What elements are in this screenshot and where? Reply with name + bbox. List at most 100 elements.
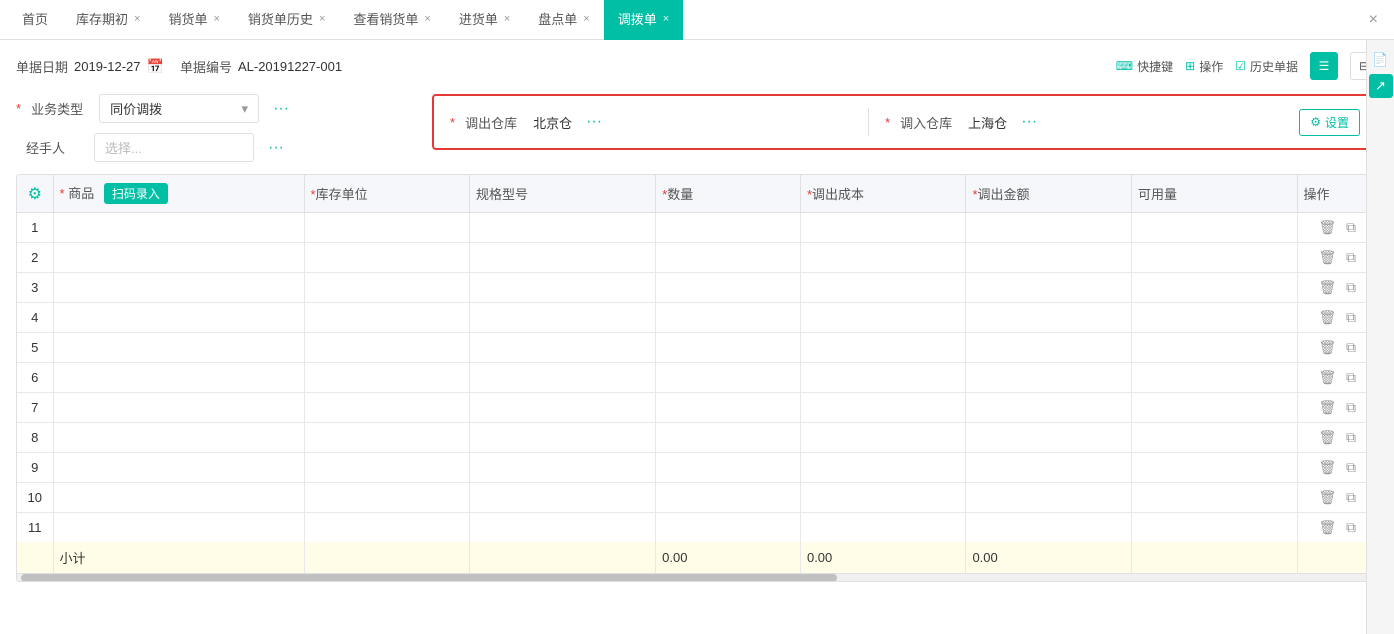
copy-icon[interactable]: ⧉ (1346, 219, 1356, 235)
delete-icon[interactable]: 🗑 (1319, 399, 1337, 415)
row-qty[interactable] (656, 243, 801, 273)
row-spec[interactable] (470, 393, 656, 423)
row-product[interactable] (53, 393, 304, 423)
tab-close-sales-order[interactable]: × (213, 13, 219, 25)
copy-icon[interactable]: ⧉ (1346, 429, 1356, 445)
row-unit[interactable] (304, 303, 469, 333)
tab-transfer[interactable]: 调拨单 × (604, 0, 683, 40)
delete-icon[interactable]: 🗑 (1319, 279, 1337, 295)
delete-icon[interactable]: 🗑 (1319, 489, 1337, 505)
row-qty[interactable] (656, 423, 801, 453)
tab-sales-history[interactable]: 销货单历史 × (234, 0, 339, 40)
copy-icon[interactable]: ⧉ (1346, 459, 1356, 475)
row-available[interactable] (1131, 303, 1297, 333)
tab-purchase[interactable]: 进货单 × (445, 0, 524, 40)
row-available[interactable] (1131, 213, 1297, 243)
shortcuts-btn[interactable]: ⌨ 快捷键 (1116, 58, 1173, 75)
row-product[interactable] (53, 213, 304, 243)
row-spec[interactable] (470, 333, 656, 363)
settings-button[interactable]: ⚙ 设置 (1299, 109, 1360, 136)
delete-icon[interactable]: 🗑 (1319, 339, 1337, 355)
row-unit[interactable] (304, 213, 469, 243)
row-cost[interactable] (800, 213, 965, 243)
tab-close-view-sales[interactable]: × (424, 13, 430, 25)
row-spec[interactable] (470, 483, 656, 513)
row-cost[interactable] (800, 513, 965, 543)
row-spec[interactable] (470, 273, 656, 303)
copy-icon[interactable]: ⧉ (1346, 489, 1356, 505)
row-amount[interactable] (966, 453, 1131, 483)
delete-icon[interactable]: 🗑 (1319, 219, 1337, 235)
calendar-icon[interactable]: 📅 (147, 58, 164, 75)
tab-sales-order[interactable]: 销货单 × (154, 0, 233, 40)
row-unit[interactable] (304, 483, 469, 513)
row-amount[interactable] (966, 513, 1131, 543)
row-unit[interactable] (304, 393, 469, 423)
row-unit[interactable] (304, 513, 469, 543)
row-product[interactable] (53, 453, 304, 483)
business-type-select[interactable]: 同价调拨 ▾ (99, 94, 259, 123)
row-unit[interactable] (304, 453, 469, 483)
row-amount[interactable] (966, 243, 1131, 273)
row-cost[interactable] (800, 363, 965, 393)
handler-select[interactable]: 选择... (94, 133, 254, 162)
delete-icon[interactable]: 🗑 (1319, 429, 1337, 445)
row-amount[interactable] (966, 213, 1131, 243)
row-qty[interactable] (656, 303, 801, 333)
row-available[interactable] (1131, 333, 1297, 363)
tab-close-stocktake[interactable]: × (583, 13, 589, 25)
row-available[interactable] (1131, 363, 1297, 393)
tab-home[interactable]: 首页 (8, 0, 62, 40)
row-spec[interactable] (470, 363, 656, 393)
row-unit[interactable] (304, 273, 469, 303)
sidebar-doc-icon[interactable]: 📄 (1369, 48, 1393, 72)
row-amount[interactable] (966, 423, 1131, 453)
row-amount[interactable] (966, 303, 1131, 333)
row-product[interactable] (53, 303, 304, 333)
out-warehouse-more[interactable]: ··· (586, 113, 602, 131)
row-qty[interactable] (656, 273, 801, 303)
row-spec[interactable] (470, 453, 656, 483)
copy-icon[interactable]: ⧉ (1346, 399, 1356, 415)
row-spec[interactable] (470, 213, 656, 243)
row-unit[interactable] (304, 423, 469, 453)
delete-icon[interactable]: 🗑 (1319, 519, 1337, 535)
row-available[interactable] (1131, 423, 1297, 453)
row-cost[interactable] (800, 273, 965, 303)
row-qty[interactable] (656, 213, 801, 243)
row-spec[interactable] (470, 243, 656, 273)
tab-close-transfer[interactable]: × (663, 13, 669, 25)
copy-icon[interactable]: ⧉ (1346, 369, 1356, 385)
row-product[interactable] (53, 333, 304, 363)
row-qty[interactable] (656, 513, 801, 543)
copy-icon[interactable]: ⧉ (1346, 339, 1356, 355)
copy-icon[interactable]: ⧉ (1346, 279, 1356, 295)
scan-button[interactable]: 扫码录入 (104, 183, 168, 204)
business-type-more[interactable]: ··· (273, 100, 289, 118)
tab-bar-close-btn[interactable]: × (1361, 11, 1386, 29)
table-settings-icon[interactable]: ⚙ (28, 186, 42, 203)
row-cost[interactable] (800, 393, 965, 423)
row-available[interactable] (1131, 513, 1297, 543)
delete-icon[interactable]: 🗑 (1319, 369, 1337, 385)
handler-more[interactable]: ··· (268, 139, 284, 157)
row-cost[interactable] (800, 483, 965, 513)
row-cost[interactable] (800, 423, 965, 453)
row-product[interactable] (53, 513, 304, 543)
delete-icon[interactable]: 🗑 (1319, 249, 1337, 265)
tab-close-purchase[interactable]: × (504, 13, 510, 25)
delete-icon[interactable]: 🗑 (1319, 459, 1337, 475)
copy-icon[interactable]: ⧉ (1346, 249, 1356, 265)
row-product[interactable] (53, 363, 304, 393)
row-cost[interactable] (800, 453, 965, 483)
row-spec[interactable] (470, 303, 656, 333)
tab-close-sales-history[interactable]: × (319, 13, 325, 25)
row-cost[interactable] (800, 303, 965, 333)
row-available[interactable] (1131, 273, 1297, 303)
row-qty[interactable] (656, 483, 801, 513)
row-product[interactable] (53, 273, 304, 303)
row-unit[interactable] (304, 243, 469, 273)
history-btn[interactable]: ☑ 历史单据 (1235, 58, 1298, 75)
row-available[interactable] (1131, 243, 1297, 273)
sidebar-expand-icon[interactable]: ↗ (1369, 74, 1393, 98)
